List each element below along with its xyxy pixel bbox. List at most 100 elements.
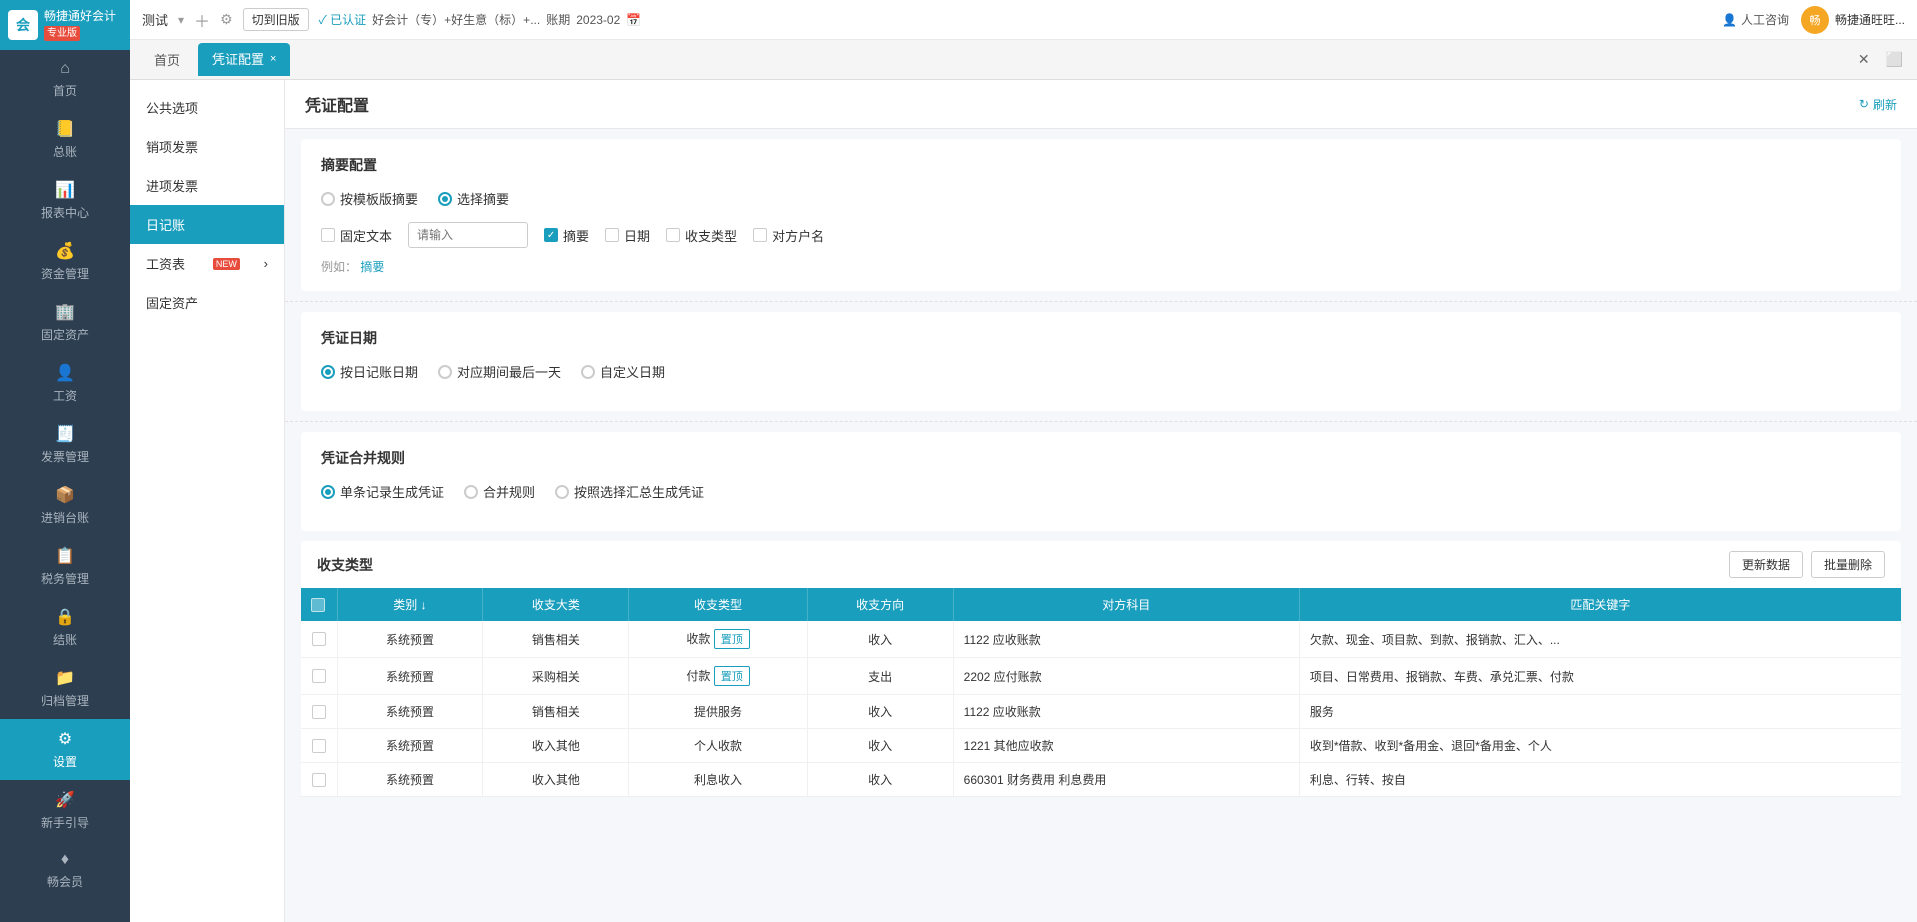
tab-close-icon[interactable]: ✕	[1854, 49, 1874, 70]
cell-checkbox-2	[301, 695, 337, 729]
user-name: 畅捷通旺旺...	[1835, 11, 1905, 28]
cell-major-type-0: 销售相关	[483, 621, 629, 658]
sidebar-item-close[interactable]: 🔒 结账	[0, 597, 130, 658]
example-value: 摘要	[360, 260, 384, 274]
th-category[interactable]: 类别 ↓	[337, 588, 483, 621]
sidebar-item-purchase[interactable]: 📦 进销台账	[0, 475, 130, 536]
radio-journal-date[interactable]: 按日记账日期	[321, 362, 418, 381]
row-checkbox-0[interactable]	[312, 632, 326, 646]
cell-keyword-3: 收到*借款、收到*备用金、退回*备用金、个人	[1299, 729, 1901, 763]
summary-section-title: 摘要配置	[321, 155, 1881, 175]
left-menu-public-label: 公共选项	[146, 98, 198, 117]
batch-delete-button[interactable]: 批量删除	[1811, 551, 1885, 578]
topbar-add-btn[interactable]: ＋	[194, 8, 210, 32]
left-menu-item-purchase-invoice[interactable]: 进项发票	[130, 166, 284, 205]
tab-close-btn[interactable]: ×	[270, 53, 276, 65]
radio-period-last-label: 对应期间最后一天	[457, 362, 561, 381]
radio-single-label: 单条记录生成凭证	[340, 482, 444, 501]
sidebar-item-funds[interactable]: 💰 资金管理	[0, 231, 130, 292]
tab-voucher-config[interactable]: 凭证配置 ×	[198, 43, 290, 76]
service-button[interactable]: 👤 人工咨询	[1722, 11, 1789, 28]
radio-merge[interactable]: 合并规则	[464, 482, 535, 501]
sidebar-item-settings[interactable]: ⚙ 设置	[0, 719, 130, 780]
cell-counter-account-0: 1122 应收账款	[953, 621, 1299, 658]
switch-version-button[interactable]: 切到旧版	[243, 8, 309, 31]
table-header-row: 收支类型 更新数据 批量删除	[301, 541, 1901, 588]
fixed-text-input[interactable]	[408, 222, 528, 248]
row-checkbox-1[interactable]	[312, 669, 326, 683]
sidebar-item-member[interactable]: ♦ 畅会员	[0, 841, 130, 900]
checkbox-summary[interactable]: 摘要	[544, 226, 589, 245]
sidebar-item-purchase-label: 进销台账	[41, 509, 89, 526]
tabbar: 首页 凭证配置 × ✕ ⬜	[130, 40, 1917, 80]
row-checkbox-4[interactable]	[312, 773, 326, 787]
th-counter-account: 对方科目	[953, 588, 1299, 621]
sidebar-item-archive[interactable]: 📁 归档管理	[0, 658, 130, 719]
assets-icon: 🏢	[55, 302, 75, 322]
checkbox-counterpart[interactable]: 对方户名	[753, 226, 824, 245]
user-info[interactable]: 畅 畅捷通旺旺...	[1801, 6, 1905, 34]
tab-home-label: 首页	[154, 50, 180, 69]
cell-tag-0[interactable]: 置顶	[714, 629, 750, 649]
left-menu-item-salary[interactable]: 工资表 NEW ›	[130, 244, 284, 283]
sidebar-item-assets[interactable]: 🏢 固定资产	[0, 292, 130, 353]
sidebar-item-invoice-mgmt[interactable]: 🧾 发票管理	[0, 414, 130, 475]
topbar-gear-btn[interactable]: ⚙	[220, 11, 233, 28]
checkbox-fixed-text[interactable]: 固定文本	[321, 226, 392, 245]
salary-expand-icon: ›	[264, 256, 268, 271]
radio-custom-date[interactable]: 自定义日期	[581, 362, 665, 381]
page-title: 凭证配置	[305, 92, 369, 116]
topbar: 测试 ▾ ＋ ⚙ 切到旧版 ✓ 已认证 好会计（专）+好生意（标）+... 账期…	[130, 0, 1917, 40]
radio-summary-gen[interactable]: 按照选择汇总生成凭证	[555, 482, 704, 501]
sidebar-item-guide[interactable]: 🚀 新手引导	[0, 780, 130, 841]
sidebar-item-tax[interactable]: 📋 税务管理	[0, 536, 130, 597]
radio-period-last[interactable]: 对应期间最后一天	[438, 362, 561, 381]
refresh-button[interactable]: ↻ 刷新	[1859, 96, 1897, 113]
checkbox-date[interactable]: 日期	[605, 226, 650, 245]
period-value: 2023-02	[576, 13, 620, 27]
radio-single[interactable]: 单条记录生成凭证	[321, 482, 444, 501]
left-menu-item-sales-invoice[interactable]: 销项发票	[130, 127, 284, 166]
summary-label: 摘要	[563, 226, 589, 245]
topbar-dropdown-arrow[interactable]: ▾	[178, 13, 184, 27]
radio-journal-date-circle	[321, 365, 335, 379]
sidebar-item-ledger-label: 总账	[53, 143, 77, 160]
topbar-right: 👤 人工咨询 畅 畅捷通旺旺...	[1722, 6, 1905, 34]
checkbox-row: 固定文本 摘要 日期 收支类型	[321, 222, 1881, 248]
table-header: 类别 ↓ 收支大类 收支类型 收支方向 对方科目 匹配关键字	[301, 588, 1901, 621]
row-checkbox-2[interactable]	[312, 705, 326, 719]
tab-maximize-icon[interactable]: ⬜	[1882, 49, 1907, 70]
sidebar-item-ledger[interactable]: 📒 总账	[0, 109, 130, 170]
cell-tag-1[interactable]: 置顶	[714, 666, 750, 686]
sidebar-item-reports[interactable]: 📊 报表中心	[0, 170, 130, 231]
row-checkbox-3[interactable]	[312, 739, 326, 753]
logo-icon: 会	[8, 10, 38, 40]
radio-custom-date-label: 自定义日期	[600, 362, 665, 381]
cell-category-4: 系统预置	[337, 763, 483, 797]
cell-counter-account-1: 2202 应付账款	[953, 658, 1299, 695]
left-menu-sales-invoice-label: 销项发票	[146, 137, 198, 156]
th-major-type: 收支大类	[483, 588, 629, 621]
left-menu-item-public[interactable]: 公共选项	[130, 88, 284, 127]
left-menu-item-journal[interactable]: 日记账	[130, 205, 284, 244]
date-section: 凭证日期 按日记账日期 对应期间最后一天 自定义日期	[301, 312, 1901, 411]
sidebar-item-salary[interactable]: 👤 工资	[0, 353, 130, 414]
calendar-icon[interactable]: 📅	[626, 13, 641, 27]
new-badge: NEW	[213, 258, 240, 270]
tab-home[interactable]: 首页	[140, 44, 194, 75]
sidebar-logo: 会 畅捷通好会计 专业版	[0, 0, 130, 50]
income-section: 收支类型 更新数据 批量删除 类别 ↓ 收支大类	[301, 541, 1901, 797]
update-data-button[interactable]: 更新数据	[1729, 551, 1803, 578]
product-status: 好会计（专）+好生意（标）+...	[372, 11, 540, 28]
header-checkbox[interactable]	[311, 598, 325, 612]
example-label: 例如：	[321, 260, 357, 274]
summary-radio-group: 按模板版摘要 选择摘要	[321, 189, 1881, 208]
sidebar-item-funds-label: 资金管理	[41, 265, 89, 282]
checkbox-type[interactable]: 收支类型	[666, 226, 737, 245]
radio-template[interactable]: 按模板版摘要	[321, 189, 418, 208]
sidebar-item-home[interactable]: ⌂ 首页	[0, 50, 130, 109]
left-menu-item-fixed-assets[interactable]: 固定资产	[130, 283, 284, 322]
refresh-icon: ↻	[1859, 97, 1869, 111]
th-direction: 收支方向	[807, 588, 953, 621]
radio-select[interactable]: 选择摘要	[438, 189, 509, 208]
